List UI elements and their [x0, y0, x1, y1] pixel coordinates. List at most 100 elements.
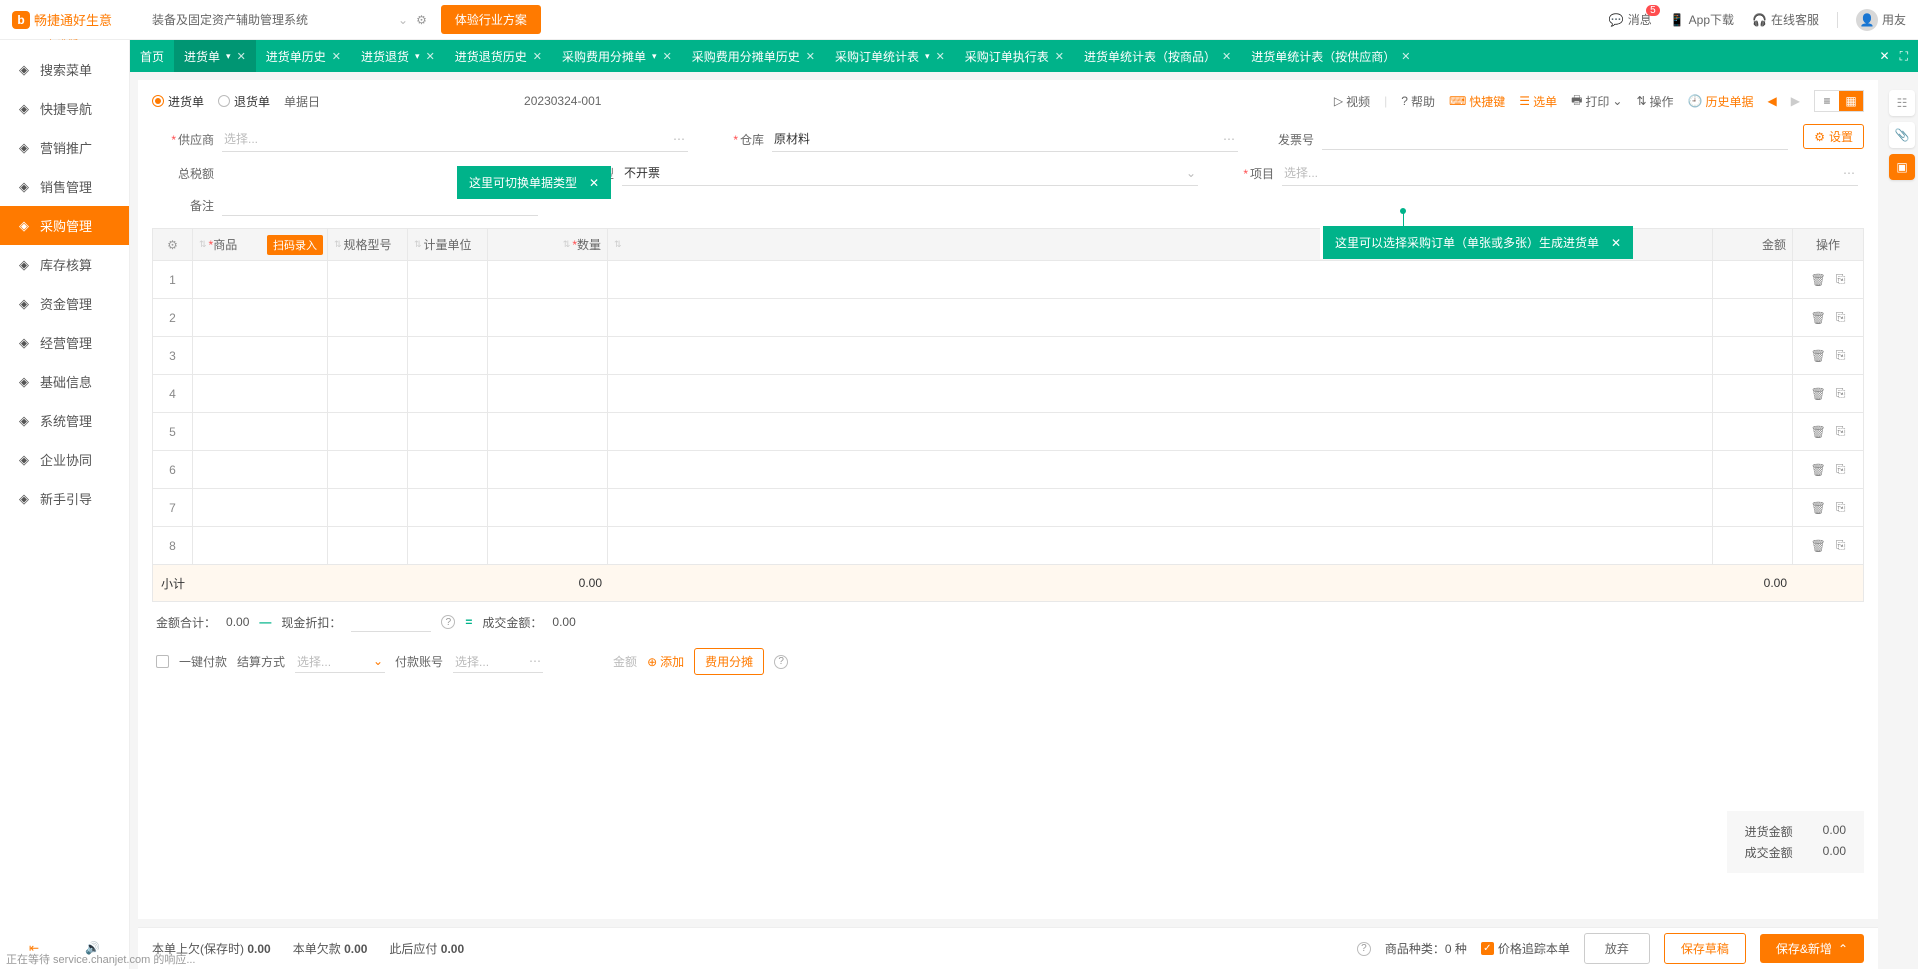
save-draft-button[interactable]: 保存草稿: [1664, 933, 1746, 964]
cost-split-button[interactable]: 费用分摊: [694, 648, 764, 675]
copy-icon[interactable]: ⎘: [1836, 348, 1846, 363]
delete-icon[interactable]: 🗑: [1811, 273, 1826, 287]
sort-icon[interactable]: ⇅: [199, 239, 207, 250]
tab-采购费用分摊单历史[interactable]: 采购费用分摊单历史✕: [682, 40, 825, 72]
more-icon[interactable]: ⋯: [1223, 132, 1236, 146]
sidebar-item-guide[interactable]: ◈新手引导: [0, 479, 129, 518]
gear-icon[interactable]: ⚙: [167, 238, 178, 252]
more-icon[interactable]: ⋯: [1843, 166, 1856, 180]
sort-icon[interactable]: ⇅: [563, 239, 571, 250]
help-icon[interactable]: ?: [1357, 942, 1371, 956]
ops-link[interactable]: ⇅操作: [1636, 93, 1673, 110]
supplier-input[interactable]: 选择...⋯: [222, 126, 688, 152]
industry-plan-button[interactable]: 体验行业方案: [441, 5, 541, 34]
delete-icon[interactable]: 🗑: [1811, 501, 1826, 515]
copy-icon[interactable]: ⎘: [1836, 272, 1846, 287]
tab-进货单历史[interactable]: 进货单历史✕: [256, 40, 351, 72]
tab-进货单[interactable]: 进货单▾✕: [174, 40, 256, 72]
close-icon[interactable]: ✕: [332, 50, 341, 63]
gear-icon[interactable]: ⚙: [416, 13, 427, 27]
support-link[interactable]: 🎧 在线客服: [1752, 11, 1819, 28]
sidebar-item-doc[interactable]: ◈经营管理: [0, 323, 129, 362]
close-icon[interactable]: ✕: [1222, 50, 1231, 63]
tab-采购订单统计表[interactable]: 采购订单统计表▾✕: [825, 40, 955, 72]
onekey-checkbox[interactable]: [156, 655, 169, 668]
help-icon[interactable]: ?: [441, 615, 455, 629]
table-row[interactable]: 4🗑⎘: [153, 375, 1863, 413]
close-icon[interactable]: ✕: [533, 50, 542, 63]
shortcut-link[interactable]: ⌨快捷键: [1449, 93, 1505, 110]
table-row[interactable]: 1🗑⎘: [153, 261, 1863, 299]
invoice-no-input[interactable]: [1322, 128, 1788, 150]
table-row[interactable]: 8🗑⎘: [153, 527, 1863, 565]
view-toggle[interactable]: ≡ ▦: [1814, 90, 1864, 112]
copy-icon[interactable]: ⎘: [1836, 424, 1846, 439]
note-icon[interactable]: ☷: [1889, 90, 1915, 116]
sidebar-item-gear[interactable]: ◈系统管理: [0, 401, 129, 440]
sidebar-item-cart[interactable]: ◈采购管理: [0, 206, 129, 245]
settings-button[interactable]: ⚙设置: [1803, 124, 1864, 149]
close-icon[interactable]: ✕: [1611, 236, 1621, 250]
radio-purchase-return[interactable]: 退货单: [218, 93, 270, 110]
select-order-link[interactable]: ☰选单: [1519, 93, 1557, 110]
fullscreen-icon[interactable]: ⛶: [1900, 49, 1908, 64]
help-icon[interactable]: ?: [774, 655, 788, 669]
table-row[interactable]: 7🗑⎘: [153, 489, 1863, 527]
close-icon[interactable]: ✕: [1401, 50, 1410, 63]
image-icon[interactable]: ▣: [1889, 154, 1915, 180]
delete-icon[interactable]: 🗑: [1811, 387, 1826, 401]
user-menu[interactable]: 👤 用友: [1856, 9, 1906, 31]
sidebar-item-compass[interactable]: ◈快捷导航: [0, 89, 129, 128]
help-link[interactable]: ?帮助: [1401, 93, 1435, 110]
messages-link[interactable]: 💬 消息 5: [1609, 11, 1652, 28]
add-payment-button[interactable]: ⊕添加: [647, 653, 684, 670]
pay-method-select[interactable]: 选择...⌄: [295, 651, 385, 673]
scan-button[interactable]: 扫码录入: [267, 235, 323, 255]
copy-icon[interactable]: ⎘: [1836, 500, 1846, 515]
delete-icon[interactable]: 🗑: [1811, 311, 1826, 325]
close-all-icon[interactable]: ✕: [1880, 49, 1890, 63]
sort-icon[interactable]: ⇅: [614, 239, 622, 250]
track-checkbox[interactable]: ✓: [1481, 942, 1494, 955]
tab-采购费用分摊单[interactable]: 采购费用分摊单▾✕: [552, 40, 682, 72]
close-icon[interactable]: ✕: [1055, 50, 1064, 63]
tab-进货单统计表（按商品）[interactable]: 进货单统计表（按商品）✕: [1074, 40, 1241, 72]
sidebar-item-money[interactable]: ◈资金管理: [0, 284, 129, 323]
table-row[interactable]: 2🗑⎘: [153, 299, 1863, 337]
table-row[interactable]: 5🗑⎘: [153, 413, 1863, 451]
warehouse-input[interactable]: 原材料⋯: [772, 126, 1238, 152]
bill-type-select[interactable]: 不开票⌄: [622, 160, 1198, 186]
sort-icon[interactable]: ⇅: [414, 239, 422, 250]
card-view-icon[interactable]: ▦: [1839, 91, 1863, 111]
discount-input[interactable]: [351, 612, 431, 632]
tab-进货退货历史[interactable]: 进货退货历史✕: [445, 40, 552, 72]
copy-icon[interactable]: ⎘: [1836, 386, 1846, 401]
more-icon[interactable]: ⋯: [673, 132, 686, 146]
sidebar-item-org[interactable]: ◈企业协同: [0, 440, 129, 479]
radio-purchase-in[interactable]: 进货单: [152, 93, 204, 110]
sidebar-item-search[interactable]: ◈搜索菜单: [0, 50, 129, 89]
next-icon[interactable]: ▶: [1791, 94, 1800, 108]
sidebar-item-house[interactable]: ◈库存核算: [0, 245, 129, 284]
delete-icon[interactable]: 🗑: [1811, 349, 1826, 363]
list-view-icon[interactable]: ≡: [1815, 91, 1839, 111]
tab-首页[interactable]: 首页: [130, 40, 174, 72]
pay-account-select[interactable]: 选择...⋯: [453, 651, 543, 673]
system-selector[interactable]: 装备及固定资产辅助管理系统 ⌄: [152, 11, 408, 28]
attach-icon[interactable]: 📎: [1889, 122, 1915, 148]
close-icon[interactable]: ✕: [237, 50, 246, 63]
project-input[interactable]: 选择...⋯: [1282, 160, 1858, 186]
discard-button[interactable]: 放弃: [1584, 933, 1650, 964]
sidebar-item-gift[interactable]: ◈营销推广: [0, 128, 129, 167]
delete-icon[interactable]: 🗑: [1811, 463, 1826, 477]
close-icon[interactable]: ✕: [426, 50, 435, 63]
tab-进货退货[interactable]: 进货退货▾✕: [351, 40, 445, 72]
print-link[interactable]: 🖶打印⌄: [1571, 91, 1622, 112]
app-download-link[interactable]: 📱 App下载: [1670, 11, 1734, 28]
tab-进货单统计表（按供应商）[interactable]: 进货单统计表（按供应商）✕: [1241, 40, 1420, 72]
close-icon[interactable]: ✕: [589, 176, 599, 190]
copy-icon[interactable]: ⎘: [1836, 538, 1846, 553]
close-icon[interactable]: ✕: [936, 50, 945, 63]
copy-icon[interactable]: ⎘: [1836, 462, 1846, 477]
sort-icon[interactable]: ⇅: [334, 239, 342, 250]
